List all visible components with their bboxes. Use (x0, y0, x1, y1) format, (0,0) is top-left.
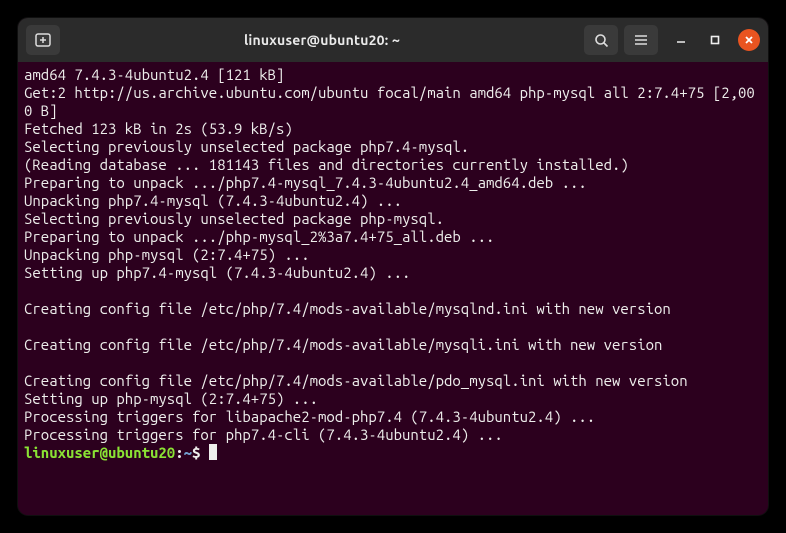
menu-button[interactable] (624, 25, 658, 55)
maximize-icon (710, 35, 720, 45)
cursor (209, 444, 217, 460)
terminal-output[interactable]: amd64 7.4.3-4ubuntu2.4 [121 kB] Get:2 ht… (18, 62, 768, 515)
close-button[interactable] (738, 29, 760, 51)
prompt-colon: : (175, 444, 183, 461)
window-title: linuxuser@ubuntu20: ~ (66, 32, 578, 48)
prompt-user-host: linuxuser@ubuntu20 (24, 444, 175, 461)
minimize-button[interactable] (670, 29, 692, 51)
new-tab-icon (35, 33, 51, 47)
new-tab-button[interactable] (26, 25, 60, 55)
search-icon (594, 33, 609, 48)
window-controls (670, 29, 760, 51)
titlebar: linuxuser@ubuntu20: ~ (18, 18, 768, 62)
close-icon (744, 35, 754, 45)
prompt-path: ~ (184, 444, 192, 461)
minimize-icon (676, 35, 686, 45)
terminal-lines: amd64 7.4.3-4ubuntu2.4 [121 kB] Get:2 ht… (24, 66, 755, 443)
maximize-button[interactable] (704, 29, 726, 51)
terminal-window: linuxuser@ubuntu20: ~ (18, 18, 768, 515)
prompt-symbol: $ (192, 444, 200, 461)
search-button[interactable] (584, 25, 618, 55)
hamburger-icon (634, 34, 648, 46)
